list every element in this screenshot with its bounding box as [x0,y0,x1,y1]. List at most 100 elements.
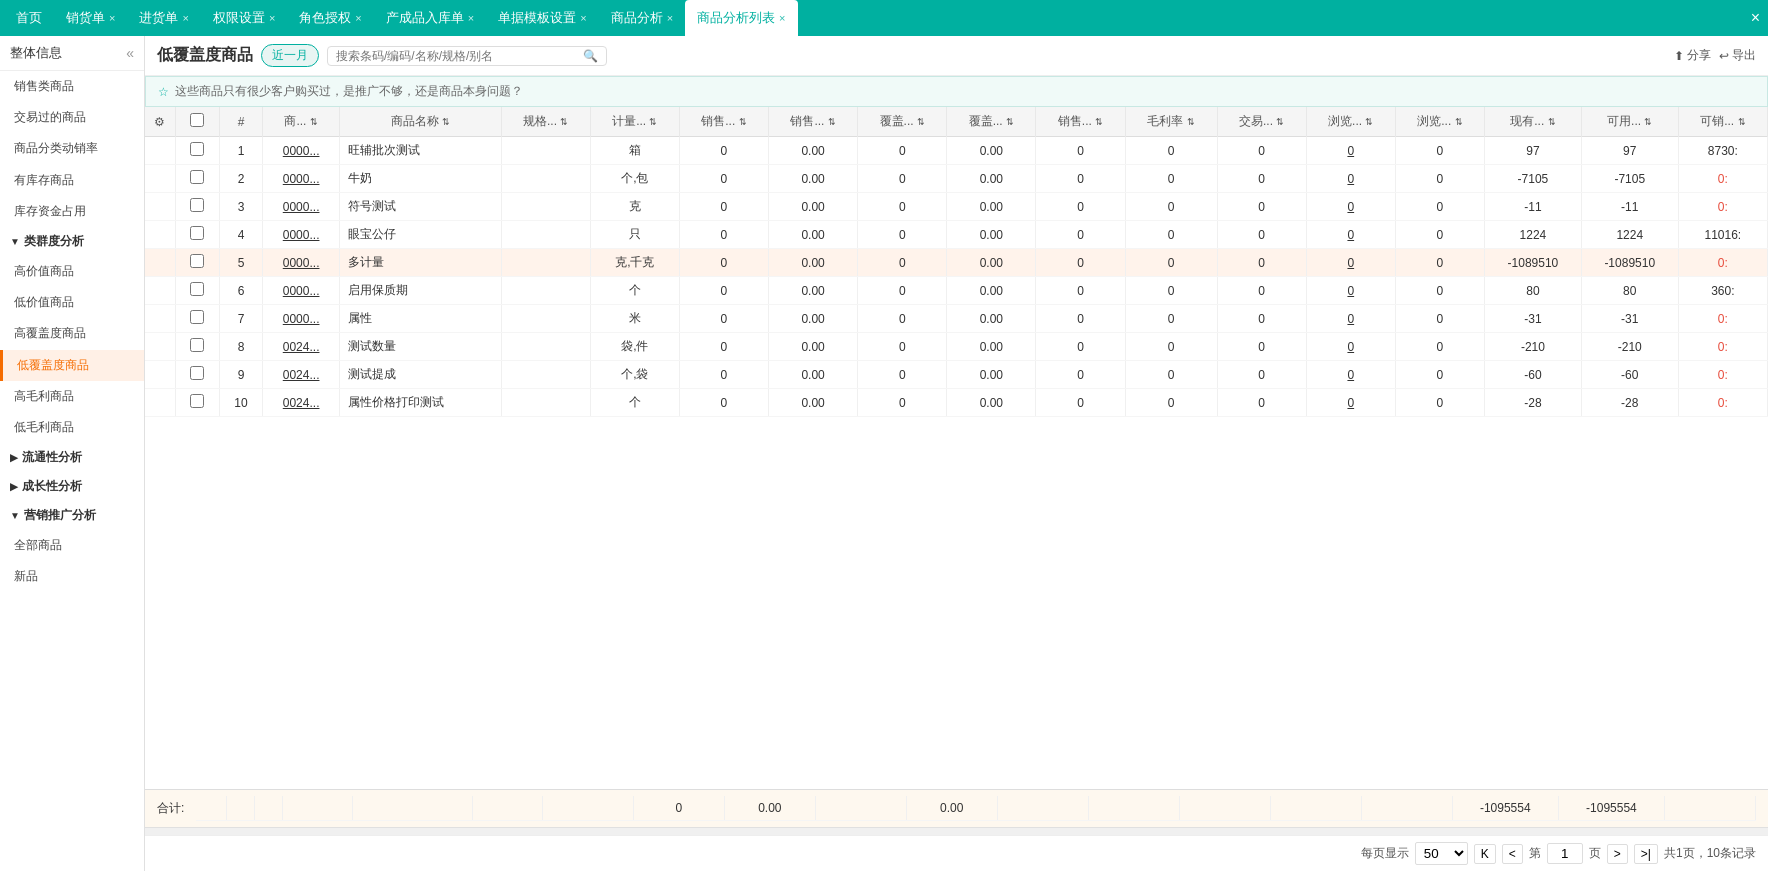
row-name-cell[interactable]: 启用保质期 [340,277,502,305]
export-button[interactable]: ↩ 导出 [1719,47,1756,64]
row-code-cell[interactable]: 0000... [263,305,340,333]
close-icon[interactable]: × [182,0,188,36]
row-name-cell[interactable]: 牛奶 [340,165,502,193]
close-icon[interactable]: × [779,0,785,36]
share-button[interactable]: ⬆ 分享 [1674,47,1711,64]
sidebar-item-sales-products[interactable]: 销售类商品 [0,71,144,102]
row-code-cell[interactable]: 0024... [263,333,340,361]
row-checkbox[interactable] [190,142,204,156]
first-page-button[interactable]: K [1474,844,1496,864]
sidebar-item-low-value[interactable]: 低价值商品 [0,287,144,318]
prev-page-button[interactable]: < [1502,844,1523,864]
row-code-cell[interactable]: 0000... [263,193,340,221]
browse1-link[interactable]: 0 [1347,228,1354,242]
row-name-cell[interactable]: 测试数量 [340,333,502,361]
row-code-cell[interactable]: 0000... [263,165,340,193]
row-checkbox[interactable] [190,254,204,268]
browse1-link[interactable]: 0 [1347,396,1354,410]
nav-tab-inventory[interactable]: 产成品入库单 × [374,0,486,36]
browse2-column-header[interactable]: 浏览... ⇅ [1395,107,1484,137]
sales-amt-column-header[interactable]: 销售... ⇅ [769,107,858,137]
row-name-cell[interactable]: 多计量 [340,249,502,277]
settings-column-header[interactable]: ⚙ [145,107,175,137]
search-input[interactable] [336,49,583,63]
row-code-cell[interactable]: 0000... [263,221,340,249]
browse1-column-header[interactable]: 浏览... ⇅ [1306,107,1395,137]
code-column-header[interactable]: 商... ⇅ [263,107,340,137]
unit-column-header[interactable]: 计量... ⇅ [590,107,679,137]
sidebar-item-high-value[interactable]: 高价值商品 [0,256,144,287]
close-icon[interactable]: × [269,0,275,36]
search-icon[interactable]: 🔍 [583,49,598,63]
sidebar-group-marketing[interactable]: ▼ 营销推广分析 [0,501,144,530]
last-page-button[interactable]: >| [1634,844,1658,864]
sidebar-item-inventory-funds[interactable]: 库存资金占用 [0,196,144,227]
sellable-column-header[interactable]: 可销... ⇅ [1678,107,1767,137]
page-number-input[interactable] [1547,843,1583,864]
row-code-cell[interactable]: 0000... [263,137,340,165]
sidebar-item-traded-products[interactable]: 交易过的商品 [0,102,144,133]
nav-tab-purchase[interactable]: 进货单 × [127,0,200,36]
sidebar-item-high-gross[interactable]: 高毛利商品 [0,381,144,412]
close-icon[interactable]: × [355,0,361,36]
row-name-cell[interactable]: 属性价格打印测试 [340,389,502,417]
available-column-header[interactable]: 可用... ⇅ [1581,107,1678,137]
browse1-link[interactable]: 0 [1347,256,1354,270]
spec-column-header[interactable]: 规格... ⇅ [501,107,590,137]
row-checkbox[interactable] [190,310,204,324]
nav-tab-template[interactable]: 单据模板设置 × [486,0,598,36]
row-checkbox[interactable] [190,394,204,408]
sidebar-collapse-button[interactable]: « [126,45,134,61]
row-checkbox[interactable] [190,366,204,380]
row-name-cell[interactable]: 旺辅批次测试 [340,137,502,165]
browse1-link[interactable]: 0 [1347,172,1354,186]
row-name-cell[interactable]: 测试提成 [340,361,502,389]
sidebar-item-high-coverage[interactable]: 高覆盖度商品 [0,318,144,349]
browse1-link[interactable]: 0 [1347,200,1354,214]
horizontal-scrollbar[interactable] [145,827,1768,835]
row-checkbox[interactable] [190,198,204,212]
row-code-cell[interactable]: 0000... [263,249,340,277]
filter-recent-month-button[interactable]: 近一月 [261,44,319,67]
row-code-cell[interactable]: 0000... [263,277,340,305]
sidebar-item-new-products[interactable]: 新品 [0,561,144,592]
sales3-column-header[interactable]: 销售... ⇅ [1036,107,1125,137]
coverage1-column-header[interactable]: 覆盖... ⇅ [858,107,947,137]
close-icon[interactable]: × [468,0,474,36]
sidebar-item-low-coverage[interactable]: 低覆盖度商品 [0,350,144,381]
trade-column-header[interactable]: 交易... ⇅ [1217,107,1306,137]
row-checkbox[interactable] [190,170,204,184]
browse1-link[interactable]: 0 [1347,144,1354,158]
row-name-cell[interactable]: 眼宝公仔 [340,221,502,249]
row-code-cell[interactable]: 0024... [263,389,340,417]
row-name-cell[interactable]: 属性 [340,305,502,333]
close-icon[interactable]: × [109,0,115,36]
nav-tab-sales[interactable]: 销货单 × [54,0,127,36]
per-page-select[interactable]: 50 100 200 [1415,842,1468,865]
sidebar-group-flow[interactable]: ▶ 流通性分析 [0,443,144,472]
browse1-link[interactable]: 0 [1347,368,1354,382]
nav-tab-analysis-list[interactable]: 商品分析列表 × [685,0,797,36]
close-all-button[interactable]: × [1751,9,1760,27]
row-name-cell[interactable]: 符号测试 [340,193,502,221]
row-code-cell[interactable]: 0024... [263,361,340,389]
sidebar-item-category-rate[interactable]: 商品分类动销率 [0,133,144,164]
nav-tab-permissions[interactable]: 权限设置 × [201,0,287,36]
current-column-header[interactable]: 现有... ⇅ [1485,107,1582,137]
close-icon[interactable]: × [667,0,673,36]
gross-rate-column-header[interactable]: 毛利率 ⇅ [1125,107,1217,137]
sidebar-item-in-stock[interactable]: 有库存商品 [0,165,144,196]
row-checkbox[interactable] [190,282,204,296]
sidebar-item-low-gross[interactable]: 低毛利商品 [0,412,144,443]
sidebar-item-all-products[interactable]: 全部商品 [0,530,144,561]
browse1-link[interactable]: 0 [1347,284,1354,298]
name-column-header[interactable]: 商品名称 ⇅ [340,107,502,137]
close-icon[interactable]: × [580,0,586,36]
coverage2-column-header[interactable]: 覆盖... ⇅ [947,107,1036,137]
sidebar-group-growth[interactable]: ▶ 成长性分析 [0,472,144,501]
sales-qty-column-header[interactable]: 销售... ⇅ [679,107,768,137]
nav-tab-home[interactable]: 首页 [4,0,54,36]
browse1-link[interactable]: 0 [1347,340,1354,354]
next-page-button[interactable]: > [1607,844,1628,864]
row-checkbox[interactable] [190,226,204,240]
